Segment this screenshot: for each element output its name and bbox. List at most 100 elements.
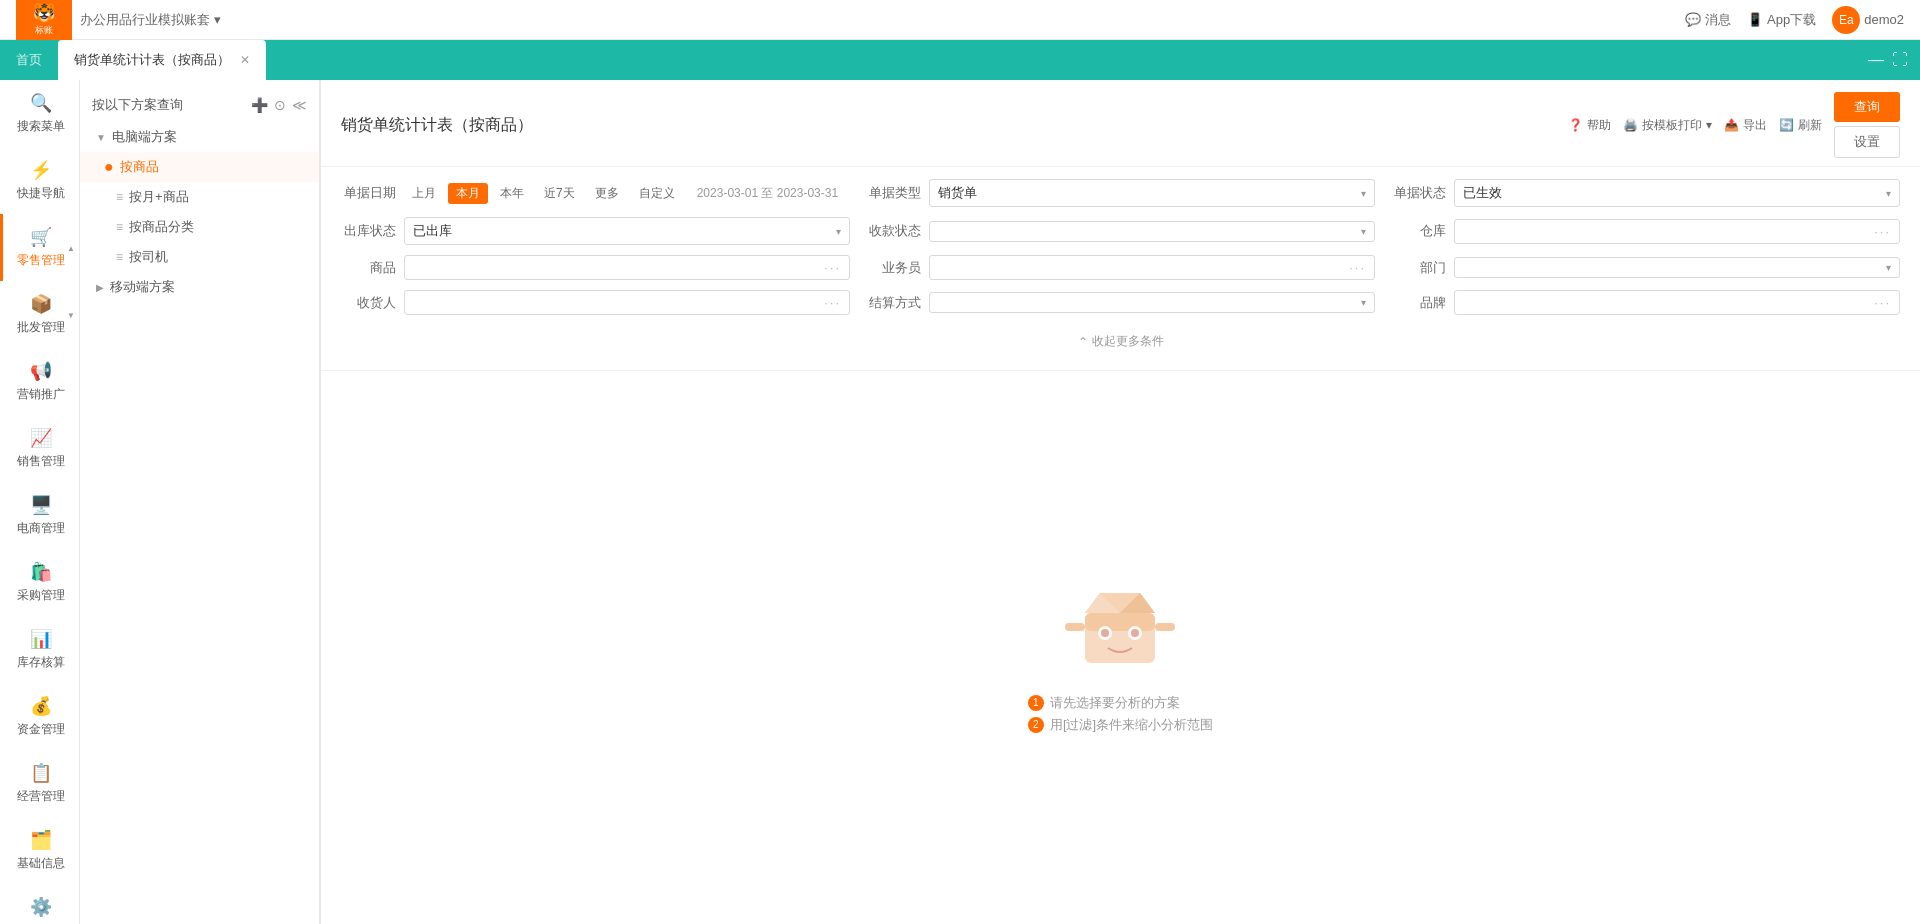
- export-btn[interactable]: 📤 导出: [1724, 117, 1767, 134]
- sidebar-item-retail[interactable]: 🛒 零售管理: [0, 214, 79, 281]
- consignee-filter-item: 收货人 ···: [341, 290, 850, 315]
- sidebar-item-ecommerce[interactable]: 🖥️ 电商管理: [0, 482, 79, 549]
- tree-item-desktop[interactable]: ▼ 电脑端方案: [80, 122, 319, 152]
- topbar: 🐯 标账 办公用品行业模拟账套 ▾ 💬 消息 📱 App下载 Ea demo2: [0, 0, 1920, 40]
- payment-method-select[interactable]: ▾: [929, 292, 1375, 313]
- page-actions: ❓ 帮助 🖨️ 按模板打印 ▾ 📤 导出 🔄 刷新: [1568, 92, 1900, 158]
- brand-select[interactable]: ···: [1454, 290, 1900, 315]
- product-dots-icon[interactable]: ···: [824, 260, 841, 275]
- export-icon: 📤: [1724, 118, 1739, 132]
- user-menu[interactable]: Ea demo2: [1832, 6, 1904, 34]
- tree-item-by-month-product[interactable]: ≡ 按月+商品: [80, 182, 319, 212]
- sidebar-search-label: 搜索菜单: [17, 118, 65, 135]
- help-btn[interactable]: ❓ 帮助: [1568, 117, 1611, 134]
- payment-method-control: ▾: [929, 292, 1375, 313]
- date-tab-last-month[interactable]: 上月: [404, 183, 444, 204]
- tree-item-mobile[interactable]: ▶ 移动端方案: [80, 272, 319, 302]
- by-product-label: 按商品: [120, 158, 159, 176]
- tree-item-by-category[interactable]: ≡ 按商品分类: [80, 212, 319, 242]
- product-label: 商品: [341, 259, 396, 277]
- product-control: ···: [404, 255, 850, 280]
- salesperson-select[interactable]: ···: [929, 255, 1375, 280]
- warehouse-select[interactable]: ···: [1454, 219, 1900, 244]
- product-select[interactable]: ···: [404, 255, 850, 280]
- basic-icon: 🗂️: [30, 829, 52, 851]
- sidebar-wholesale-label: 批发管理: [17, 319, 65, 336]
- sidebar-item-basic[interactable]: 🗂️ 基础信息: [0, 817, 79, 884]
- doc-status-select[interactable]: 已生效 ▾: [1454, 179, 1900, 207]
- product-filter-item: 商品 ···: [341, 255, 850, 280]
- consignee-dots-icon[interactable]: ···: [824, 295, 841, 310]
- warehouse-control: ···: [1454, 219, 1900, 244]
- department-control: ▾: [1454, 257, 1900, 278]
- edit-scheme-btn[interactable]: ⊙: [274, 97, 286, 113]
- sidebar-item-quick-nav[interactable]: ⚡ 快捷导航: [0, 147, 79, 214]
- query-button[interactable]: 查询: [1834, 92, 1900, 122]
- message-label: 消息: [1705, 11, 1731, 29]
- sidebar-item-wholesale[interactable]: 📦 批发管理: [0, 281, 79, 348]
- collapse-panel-btn[interactable]: ≪: [292, 97, 307, 113]
- message-btn[interactable]: 💬 消息: [1685, 11, 1731, 29]
- topbar-right: 💬 消息 📱 App下载 Ea demo2: [1685, 6, 1904, 34]
- collapse-label: 收起更多条件: [1092, 333, 1164, 350]
- sidebar-item-sales[interactable]: 📈 销售管理: [0, 415, 79, 482]
- svg-rect-1: [1085, 613, 1155, 631]
- brand-dots-icon[interactable]: ···: [1874, 295, 1891, 310]
- tree-item-by-product[interactable]: ● 按商品: [80, 152, 319, 182]
- svg-point-4: [1101, 629, 1109, 637]
- storage-status-arrow-icon: ▾: [836, 226, 841, 237]
- step-2-badge: 2: [1028, 717, 1044, 733]
- sidebar-item-system[interactable]: ⚙️ 系统管理: [0, 884, 79, 924]
- doc-status-value: 已生效: [1463, 184, 1502, 202]
- brand-label: 品牌: [1391, 294, 1446, 312]
- department-filter-item: 部门 ▾: [1391, 257, 1900, 278]
- tab-close-icon[interactable]: ✕: [240, 53, 250, 67]
- add-scheme-btn[interactable]: ➕: [251, 97, 268, 113]
- date-tab-more[interactable]: 更多: [587, 183, 627, 204]
- sidebar-item-operations[interactable]: 📋 经营管理: [0, 750, 79, 817]
- export-label: 导出: [1743, 117, 1767, 134]
- warehouse-dots-icon[interactable]: ···: [1874, 224, 1891, 239]
- app-download-label: App下载: [1767, 11, 1816, 29]
- tab-home[interactable]: 首页: [0, 40, 58, 80]
- tab-sales-stats[interactable]: 销货单统计计表（按商品） ✕: [58, 40, 266, 80]
- sidebar-item-marketing[interactable]: 📢 营销推广: [0, 348, 79, 415]
- date-tab-7days[interactable]: 近7天: [536, 183, 583, 204]
- logo-icon: 🐯: [33, 2, 55, 24]
- ecommerce-icon: 🖥️: [30, 494, 52, 516]
- settings-button[interactable]: 设置: [1834, 126, 1900, 158]
- brand-filter-item: 品牌 ···: [1391, 290, 1900, 315]
- date-tab-this-month[interactable]: 本月: [448, 183, 488, 204]
- app-download-btn[interactable]: 📱 App下载: [1747, 11, 1816, 29]
- app-selector[interactable]: 办公用品行业模拟账套 ▾: [80, 11, 221, 29]
- storage-status-select[interactable]: 已出库 ▾: [404, 217, 850, 245]
- print-template-btn[interactable]: 🖨️ 按模板打印 ▾: [1623, 117, 1712, 134]
- sidebar-item-inventory[interactable]: 📊 库存核算: [0, 616, 79, 683]
- doc-type-filter-item: 单据类型 销货单 ▾: [866, 179, 1375, 207]
- empty-illustration: [1050, 558, 1190, 678]
- consignee-select[interactable]: ···: [404, 290, 850, 315]
- department-select[interactable]: ▾: [1454, 257, 1900, 278]
- storage-status-label: 出库状态: [341, 222, 396, 240]
- sidebar-item-search[interactable]: 🔍 搜索菜单: [0, 80, 79, 147]
- sidebar-item-finance[interactable]: 💰 资金管理: [0, 683, 79, 750]
- date-tabs: 上月 本月 本年 近7天 更多 自定义: [404, 183, 683, 204]
- consignee-control: ···: [404, 290, 850, 315]
- sidebar-item-purchase[interactable]: 🛍️ 采购管理: [0, 549, 79, 616]
- date-tab-this-year[interactable]: 本年: [492, 183, 532, 204]
- fullscreen-icon[interactable]: ⛶: [1892, 51, 1908, 69]
- minimize-icon[interactable]: —: [1868, 51, 1884, 69]
- payment-status-select[interactable]: ▾: [929, 221, 1375, 242]
- sidebar-quick-nav-label: 快捷导航: [17, 185, 65, 202]
- quick-nav-icon: ⚡: [30, 159, 52, 181]
- tree-item-by-driver[interactable]: ≡ 按司机: [80, 242, 319, 272]
- doc-type-select[interactable]: 销货单 ▾: [929, 179, 1375, 207]
- page-header: 销货单统计计表（按商品） ❓ 帮助 🖨️ 按模板打印 ▾ 📤 导出: [321, 80, 1920, 167]
- refresh-btn[interactable]: 🔄 刷新: [1779, 117, 1822, 134]
- date-tab-custom[interactable]: 自定义: [631, 183, 683, 204]
- wholesale-icon: 📦: [30, 293, 52, 315]
- collapse-bar[interactable]: ⌃ 收起更多条件: [341, 325, 1900, 358]
- salesperson-dots-icon[interactable]: ···: [1349, 260, 1366, 275]
- storage-status-control: 已出库 ▾: [404, 217, 850, 245]
- storage-status-value: 已出库: [413, 222, 452, 240]
